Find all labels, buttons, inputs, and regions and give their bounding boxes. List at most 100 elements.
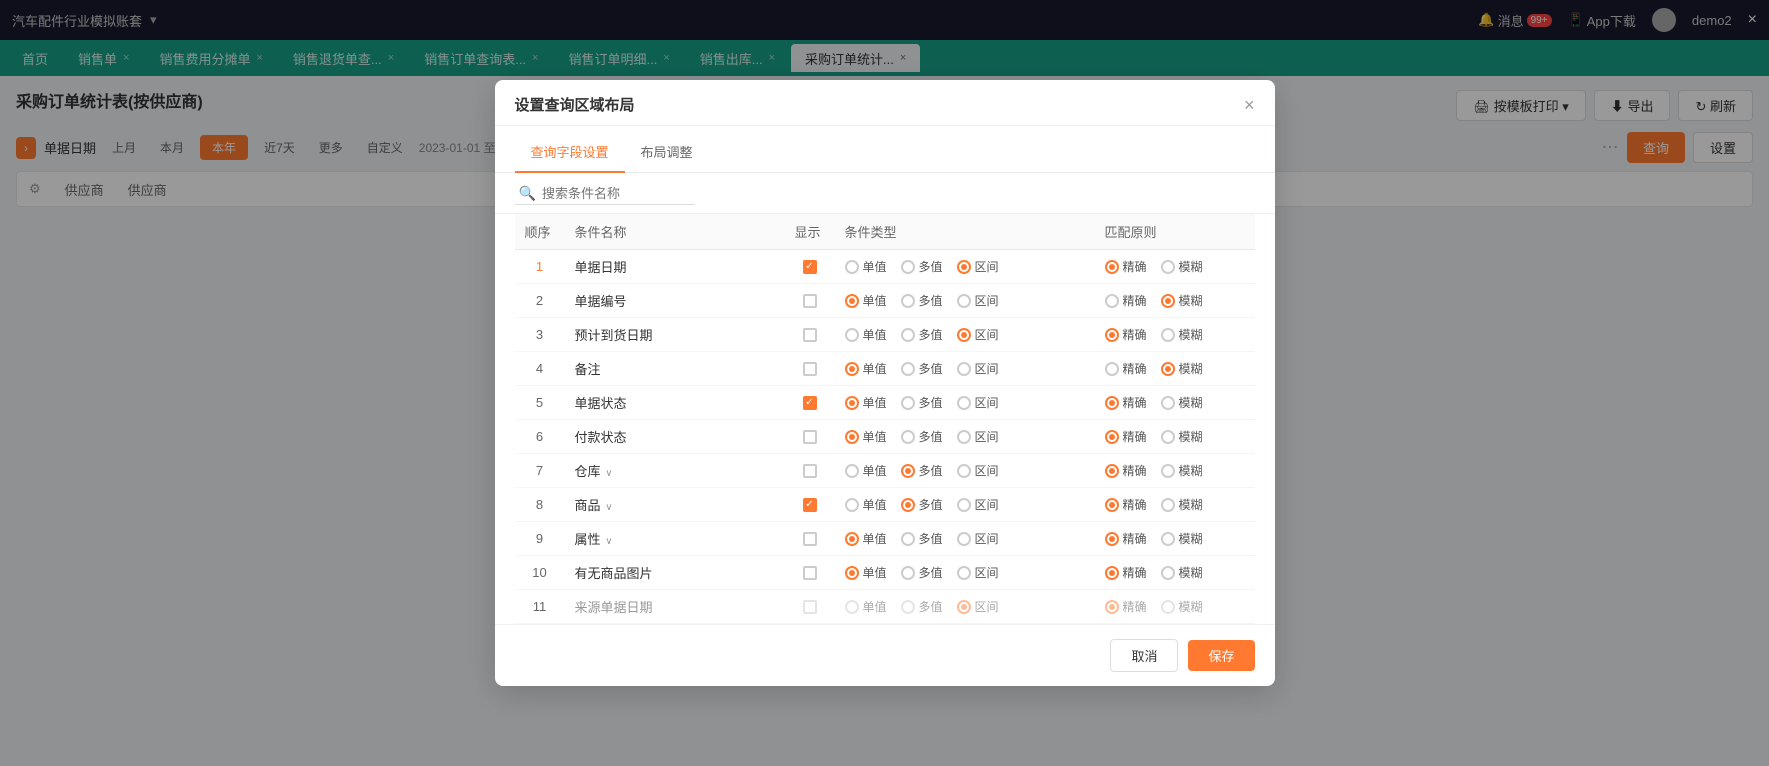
radio-circle [901,260,915,274]
type-radio-item[interactable]: 区间 [957,394,999,411]
radio-label: 多值 [919,564,943,581]
match-radio-item[interactable]: 模糊 [1161,462,1203,479]
show-checkbox[interactable] [803,600,817,614]
show-checkbox[interactable] [803,464,817,478]
type-radio-item[interactable]: 多值 [901,564,943,581]
match-radio-item[interactable]: 模糊 [1161,496,1203,513]
match-radio-item[interactable]: 模糊 [1161,598,1203,615]
match-radio-item[interactable]: 模糊 [1161,258,1203,275]
type-radio-item[interactable]: 单值 [845,394,887,411]
radio-circle [1161,362,1175,376]
match-radio-item[interactable]: 精确 [1105,394,1147,411]
row-match-10: 精确模糊 [1095,590,1255,624]
radio-circle [957,430,971,444]
save-btn[interactable]: 保存 [1188,640,1254,671]
type-radio-item[interactable]: 多值 [901,360,943,377]
show-checkbox[interactable] [803,566,817,580]
row-name-0: 单据日期 [565,250,785,284]
type-radio-item[interactable]: 单值 [845,564,887,581]
cancel-btn[interactable]: 取消 [1110,639,1178,672]
show-checkbox[interactable] [803,260,817,274]
radio-label: 精确 [1123,496,1147,513]
match-radio-item[interactable]: 精确 [1105,598,1147,615]
row-show-7[interactable] [785,488,835,522]
type-radio-item[interactable]: 单值 [845,462,887,479]
match-radio-item[interactable]: 模糊 [1161,564,1203,581]
match-radio-item[interactable]: 模糊 [1161,530,1203,547]
type-radio-item[interactable]: 单值 [845,292,887,309]
row-show-6[interactable] [785,454,835,488]
type-radio-item[interactable]: 区间 [957,530,999,547]
type-radio-item[interactable]: 多值 [901,530,943,547]
type-radio-item[interactable]: 多值 [901,496,943,513]
type-radio-item[interactable]: 多值 [901,394,943,411]
type-radio-item[interactable]: 区间 [957,360,999,377]
row-show-3[interactable] [785,352,835,386]
match-radio-item[interactable]: 模糊 [1161,326,1203,343]
type-radio-item[interactable]: 多值 [901,598,943,615]
radio-label: 单值 [863,530,887,547]
show-checkbox[interactable] [803,362,817,376]
search-input[interactable] [542,186,718,201]
match-radio-item[interactable]: 模糊 [1161,292,1203,309]
match-radio-item[interactable]: 精确 [1105,496,1147,513]
type-radio-item[interactable]: 区间 [957,428,999,445]
type-radio-item[interactable]: 区间 [957,292,999,309]
show-checkbox[interactable] [803,328,817,342]
type-radio-item[interactable]: 单值 [845,530,887,547]
row-order-2: 3 [515,318,565,352]
type-radio-item[interactable]: 单值 [845,360,887,377]
row-match-0: 精确模糊 [1095,250,1255,284]
match-radio-item[interactable]: 精确 [1105,326,1147,343]
type-radio-item[interactable]: 区间 [957,326,999,343]
type-radio-item[interactable]: 多值 [901,462,943,479]
type-radio-item[interactable]: 多值 [901,258,943,275]
radio-label: 多值 [919,598,943,615]
row-type-1: 单值多值区间 [835,284,1095,318]
match-radio-item[interactable]: 精确 [1105,462,1147,479]
type-radio-item[interactable]: 区间 [957,258,999,275]
row-show-5[interactable] [785,420,835,454]
type-radio-item[interactable]: 区间 [957,462,999,479]
match-radio-item[interactable]: 模糊 [1161,360,1203,377]
row-show-9[interactable] [785,556,835,590]
type-radio-item[interactable]: 多值 [901,428,943,445]
type-radio-item[interactable]: 多值 [901,326,943,343]
match-radio-item[interactable]: 精确 [1105,428,1147,445]
match-radio-group: 精确模糊 [1105,530,1245,547]
match-radio-item[interactable]: 模糊 [1161,394,1203,411]
row-show-8[interactable] [785,522,835,556]
type-radio-item[interactable]: 单值 [845,598,887,615]
show-checkbox[interactable] [803,294,817,308]
type-radio-item[interactable]: 单值 [845,496,887,513]
show-checkbox[interactable] [803,430,817,444]
table-row: 3预计到货日期单值多值区间精确模糊 [515,318,1255,352]
tab-query-fields[interactable]: 查询字段设置 [515,136,625,173]
type-radio-item[interactable]: 单值 [845,258,887,275]
type-radio-item[interactable]: 区间 [957,496,999,513]
type-radio-item[interactable]: 单值 [845,326,887,343]
radio-circle [957,328,971,342]
row-show-4[interactable] [785,386,835,420]
row-show-0[interactable] [785,250,835,284]
match-radio-item[interactable]: 精确 [1105,530,1147,547]
type-radio-item[interactable]: 区间 [957,598,999,615]
match-radio-item[interactable]: 精确 [1105,258,1147,275]
match-radio-item[interactable]: 精确 [1105,360,1147,377]
type-radio-item[interactable]: 区间 [957,564,999,581]
match-radio-item[interactable]: 模糊 [1161,428,1203,445]
dialog-close-btn[interactable]: × [1244,96,1255,114]
table-row: 11来源单据日期单值多值区间精确模糊 [515,590,1255,624]
row-show-10[interactable] [785,590,835,624]
row-show-2[interactable] [785,318,835,352]
show-checkbox[interactable] [803,498,817,512]
match-radio-item[interactable]: 精确 [1105,564,1147,581]
show-checkbox[interactable] [803,396,817,410]
show-checkbox[interactable] [803,532,817,546]
type-radio-item[interactable]: 单值 [845,428,887,445]
type-radio-item[interactable]: 多值 [901,292,943,309]
match-radio-item[interactable]: 精确 [1105,292,1147,309]
row-show-1[interactable] [785,284,835,318]
tab-layout[interactable]: 布局调整 [625,136,709,173]
radio-label: 区间 [975,394,999,411]
